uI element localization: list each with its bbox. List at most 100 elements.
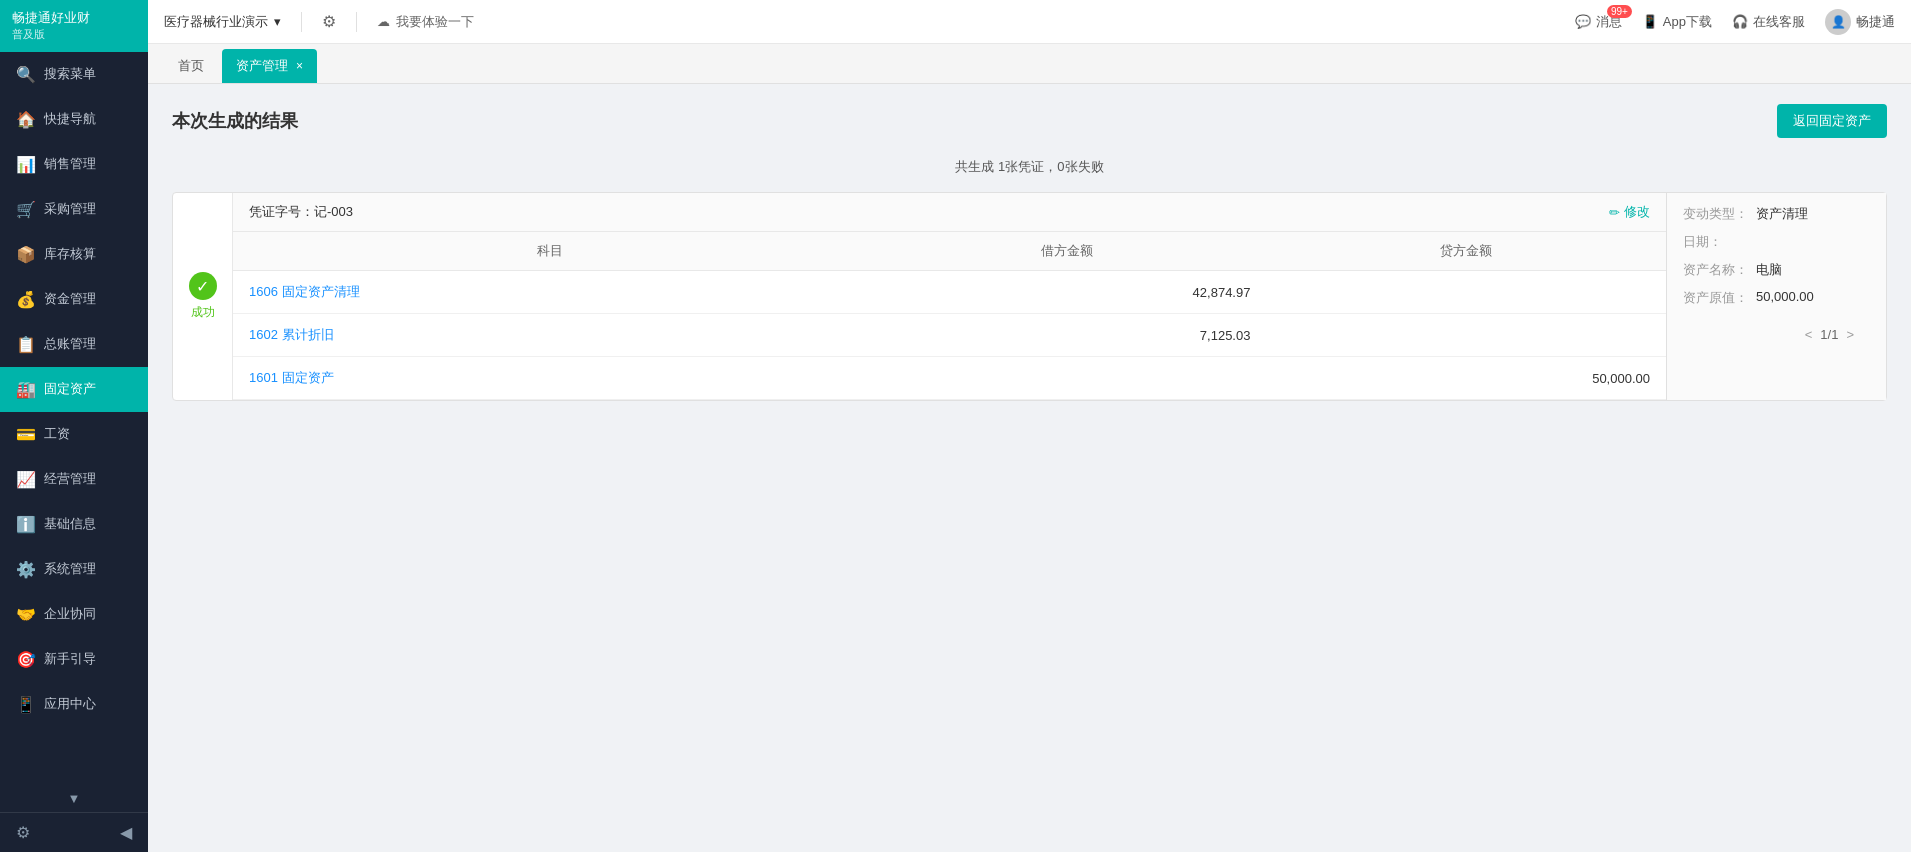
ledger-icon: 📋 <box>16 335 34 354</box>
basic-info-icon: ℹ️ <box>16 515 34 534</box>
message-icon: 💬 <box>1575 14 1591 29</box>
main-area: 医疗器械行业演示 ▾ ⚙ ☁ 我要体验一下 💬 消息 99+ 📱 App下载 🎧… <box>148 0 1911 852</box>
tab-home[interactable]: 首页 <box>164 49 218 83</box>
search-icon: 🔍 <box>16 65 34 84</box>
experience-label: 我要体验一下 <box>396 13 474 31</box>
sidebar-item-label: 新手引导 <box>44 650 96 668</box>
table-row: 1606 固定资产清理 42,874.97 <box>233 271 1666 314</box>
sidebar-item-quicknav[interactable]: 🏠 快捷导航 <box>0 97 148 142</box>
voucher-number: 凭证字号：记-003 <box>249 203 353 221</box>
sidebar-scroll-down[interactable]: ▼ <box>0 784 148 812</box>
collapse-icon[interactable]: ◀ <box>120 823 132 842</box>
avatar: 👤 <box>1825 9 1851 35</box>
sidebar-item-operations[interactable]: 📈 经营管理 <box>0 457 148 502</box>
inventory-icon: 📦 <box>16 245 34 264</box>
topbar-divider <box>301 12 302 32</box>
sidebar-item-purchase[interactable]: 🛒 采购管理 <box>0 187 148 232</box>
sidebar-item-label: 快捷导航 <box>44 110 96 128</box>
edit-icon: ✏ <box>1609 205 1620 220</box>
sidebar-item-funds[interactable]: 💰 资金管理 <box>0 277 148 322</box>
page-indicator: 1/1 <box>1820 327 1838 342</box>
username-label: 畅捷通 <box>1856 13 1895 31</box>
tab-home-label: 首页 <box>178 58 204 73</box>
sidebar-item-label: 固定资产 <box>44 380 96 398</box>
sidebar-item-basic-info[interactable]: ℹ️ 基础信息 <box>0 502 148 547</box>
sidebar-item-label: 系统管理 <box>44 560 96 578</box>
sidebar-item-label: 库存核算 <box>44 245 96 263</box>
return-button[interactable]: 返回固定资产 <box>1777 104 1887 138</box>
tab-close-icon[interactable]: × <box>296 59 303 73</box>
asset-name-value: 电脑 <box>1756 261 1782 279</box>
topbar-right: 💬 消息 99+ 📱 App下载 🎧 在线客服 👤 畅捷通 <box>1575 9 1895 35</box>
sidebar-item-inventory[interactable]: 📦 库存核算 <box>0 232 148 277</box>
debit-amount <box>867 357 1267 400</box>
home-icon: 🏠 <box>16 110 34 129</box>
sidebar-item-newbie[interactable]: 🎯 新手引导 <box>0 637 148 682</box>
asset-name-row: 资产名称： 电脑 <box>1683 261 1870 279</box>
debit-amount: 42,874.97 <box>867 271 1267 314</box>
col-credit: 贷方金额 <box>1266 232 1666 271</box>
original-value-label: 资产原值： <box>1683 289 1748 307</box>
sidebar-item-salary[interactable]: 💳 工资 <box>0 412 148 457</box>
sidebar-item-system[interactable]: ⚙️ 系统管理 <box>0 547 148 592</box>
voucher-table: 科目 借方金额 贷方金额 1606 固定资产清理 42,874.97 1602 … <box>233 232 1666 400</box>
user-menu[interactable]: 👤 畅捷通 <box>1825 9 1895 35</box>
sidebar-footer: ⚙ ◀ <box>0 812 148 852</box>
next-page-button[interactable]: > <box>1846 327 1854 342</box>
app-center-icon: 📱 <box>16 695 34 714</box>
online-service-button[interactable]: 🎧 在线客服 <box>1732 13 1805 31</box>
sidebar-item-app-center[interactable]: 📱 应用中心 <box>0 682 148 727</box>
asset-name-label: 资产名称： <box>1683 261 1748 279</box>
funds-icon: 💰 <box>16 290 34 309</box>
edit-label: 修改 <box>1624 203 1650 221</box>
voucher-header: 凭证字号：记-003 ✏ 修改 <box>233 193 1666 232</box>
edit-button[interactable]: ✏ 修改 <box>1609 203 1650 221</box>
debit-amount: 7,125.03 <box>867 314 1267 357</box>
status-column: ✓ 成功 <box>173 193 233 400</box>
sidebar-item-label: 基础信息 <box>44 515 96 533</box>
fixed-assets-icon: 🏭 <box>16 380 34 399</box>
table-row: 1601 固定资产 50,000.00 <box>233 357 1666 400</box>
sidebar-item-search[interactable]: 🔍 搜索菜单 <box>0 52 148 97</box>
enterprise-icon: 🤝 <box>16 605 34 624</box>
topbar-divider2 <box>356 12 357 32</box>
subject-link[interactable]: 1602 累计折旧 <box>249 327 334 342</box>
voucher-section: ✓ 成功 凭证字号：记-003 ✏ 修改 科目 借 <box>172 192 1887 401</box>
messages-button[interactable]: 💬 消息 99+ <box>1575 13 1622 31</box>
change-type-row: 变动类型： 资产清理 <box>1683 205 1870 223</box>
sidebar-logo-text: 畅捷通好业财 <box>12 10 90 27</box>
tab-asset-management[interactable]: 资产管理 × <box>222 49 317 83</box>
sidebar-menu: 🔍 搜索菜单 🏠 快捷导航 📊 销售管理 🛒 采购管理 📦 库存核算 💰 资金管… <box>0 52 148 784</box>
company-name: 医疗器械行业演示 <box>164 13 268 31</box>
sales-icon: 📊 <box>16 155 34 174</box>
experience-button[interactable]: ☁ 我要体验一下 <box>377 13 474 31</box>
prev-page-button[interactable]: < <box>1805 327 1813 342</box>
system-icon: ⚙️ <box>16 560 34 579</box>
sidebar-item-sales[interactable]: 📊 销售管理 <box>0 142 148 187</box>
credit-amount <box>1266 271 1666 314</box>
topbar: 医疗器械行业演示 ▾ ⚙ ☁ 我要体验一下 💬 消息 99+ 📱 App下载 🎧… <box>148 0 1911 44</box>
online-service-label: 在线客服 <box>1753 13 1805 31</box>
credit-amount: 50,000.00 <box>1266 357 1666 400</box>
sidebar-item-fixed-assets[interactable]: 🏭 固定资产 <box>0 367 148 412</box>
sidebar-item-label: 搜索菜单 <box>44 65 96 83</box>
topbar-settings-icon[interactable]: ⚙ <box>322 12 336 31</box>
salary-icon: 💳 <box>16 425 34 444</box>
tabs-bar: 首页 资产管理 × <box>148 44 1911 84</box>
sidebar-item-ledger[interactable]: 📋 总账管理 <box>0 322 148 367</box>
sidebar-item-enterprise[interactable]: 🤝 企业协同 <box>0 592 148 637</box>
purchase-icon: 🛒 <box>16 200 34 219</box>
original-value-row: 资产原值： 50,000.00 <box>1683 289 1870 307</box>
sidebar-item-label: 经营管理 <box>44 470 96 488</box>
checkmark-icon: ✓ <box>196 277 209 296</box>
table-row: 1602 累计折旧 7,125.03 <box>233 314 1666 357</box>
subject-link[interactable]: 1606 固定资产清理 <box>249 284 360 299</box>
subject-link[interactable]: 1601 固定资产 <box>249 370 334 385</box>
service-icon: 🎧 <box>1732 14 1748 29</box>
change-type-label: 变动类型： <box>1683 205 1748 223</box>
settings-icon[interactable]: ⚙ <box>16 823 30 842</box>
company-selector[interactable]: 医疗器械行业演示 ▾ <box>164 13 281 31</box>
company-dropdown-icon: ▾ <box>274 14 281 29</box>
content-area: 本次生成的结果 返回固定资产 共生成 1张凭证，0张失败 ✓ 成功 凭证字号：记… <box>148 84 1911 852</box>
app-download-button[interactable]: 📱 App下载 <box>1642 13 1712 31</box>
